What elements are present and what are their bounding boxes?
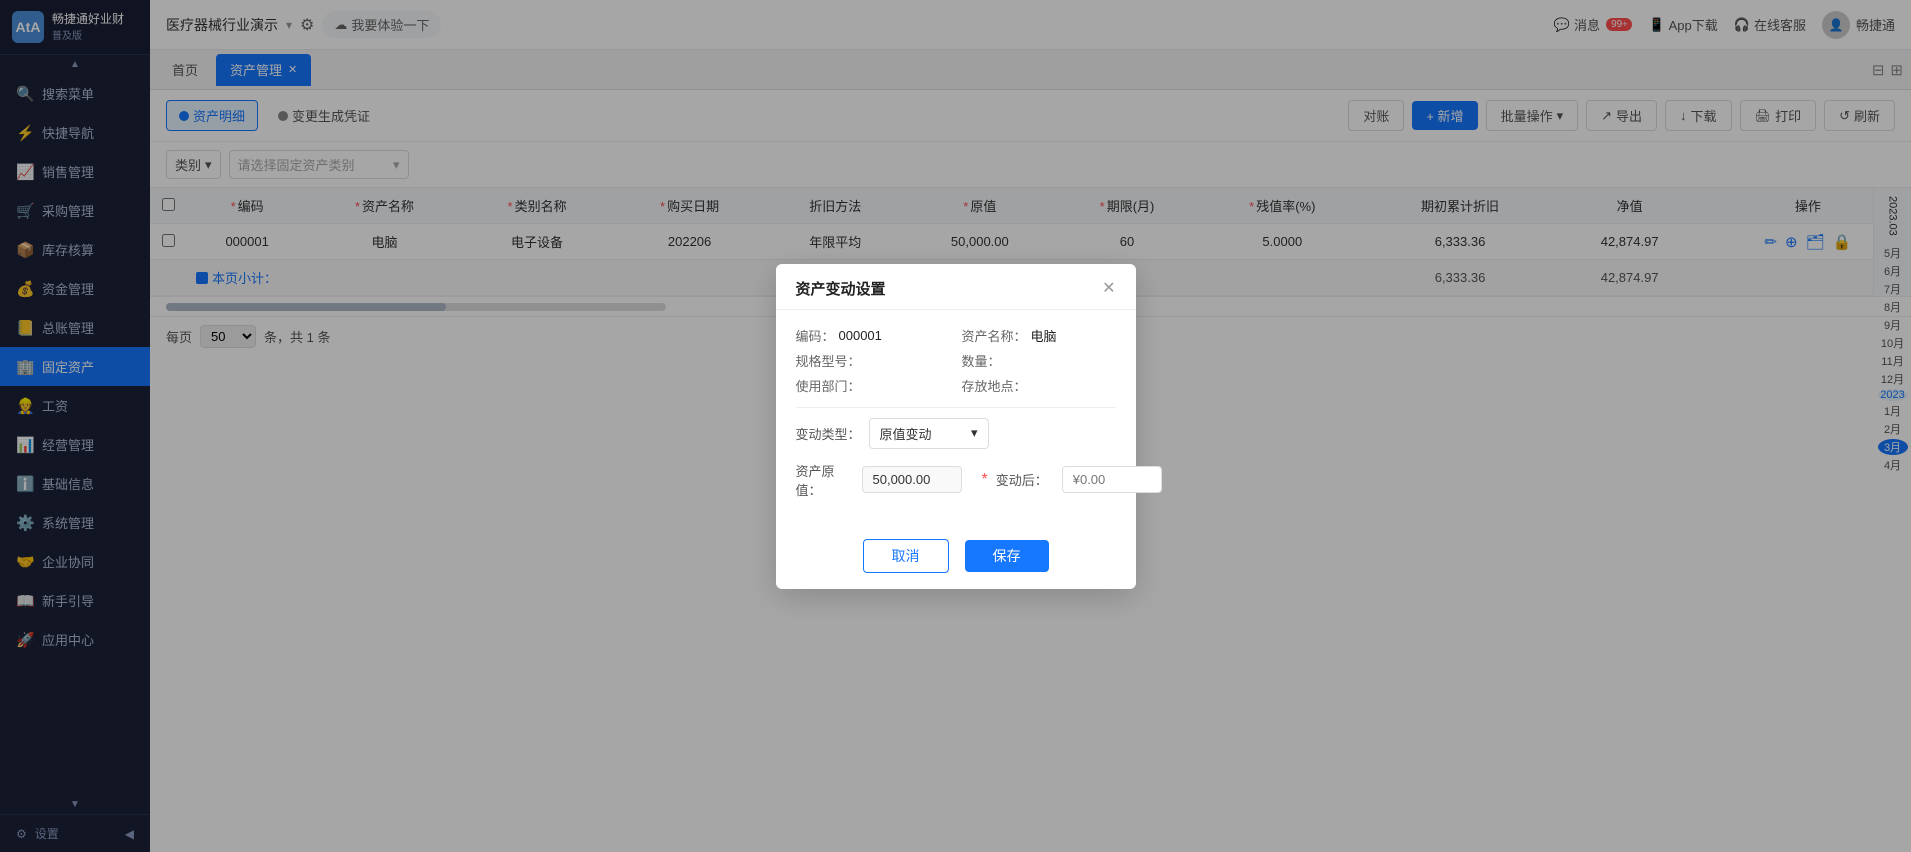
modal-divider: [796, 407, 1116, 408]
original-value-label: 资产原值：: [796, 461, 854, 499]
quantity-label: 数量：: [962, 351, 1001, 370]
modal-asset-name: 资产名称： 电脑: [962, 326, 1116, 345]
modal-header: 资产变动设置 ✕: [776, 264, 1136, 310]
change-type-label: 变动类型：: [796, 424, 861, 443]
after-change-input[interactable]: [1062, 466, 1162, 493]
change-type-chevron-icon: ▾: [971, 425, 978, 441]
modal-code: 编码： 000001: [796, 326, 950, 345]
code-value: 000001: [839, 328, 882, 343]
modal-overlay: 资产变动设置 ✕ 编码： 000001 资产名称： 电脑 规格型号： 数量：: [0, 0, 1911, 852]
modal-location: 存放地点：: [962, 376, 1116, 395]
asset-name-label: 资产名称：: [962, 326, 1027, 345]
spec-label: 规格型号：: [796, 351, 861, 370]
save-button[interactable]: 保存: [965, 540, 1049, 572]
change-type-select[interactable]: 原值变动 ▾: [869, 418, 989, 449]
asset-change-modal: 资产变动设置 ✕ 编码： 000001 资产名称： 电脑 规格型号： 数量：: [776, 264, 1136, 589]
cancel-button[interactable]: 取消: [863, 539, 949, 573]
modal-title: 资产变动设置: [796, 278, 886, 299]
change-type-field: 变动类型： 原值变动 ▾: [796, 418, 1116, 449]
code-label: 编码：: [796, 326, 835, 345]
original-value-field: 资产原值： 50,000.00 * 变动后：: [796, 461, 1116, 499]
change-type-value: 原值变动: [880, 424, 932, 443]
original-value-display: 50,000.00: [862, 466, 962, 493]
modal-department: 使用部门：: [796, 376, 950, 395]
modal-close-button[interactable]: ✕: [1102, 278, 1115, 298]
required-mark: *: [982, 471, 988, 489]
modal-body: 编码： 000001 资产名称： 电脑 规格型号： 数量： 使用部门：: [776, 310, 1136, 527]
department-label: 使用部门：: [796, 376, 861, 395]
asset-name-value: 电脑: [1031, 326, 1057, 345]
modal-info-grid: 编码： 000001 资产名称： 电脑 规格型号： 数量： 使用部门：: [796, 326, 1116, 395]
modal-quantity: 数量：: [962, 351, 1116, 370]
modal-spec: 规格型号：: [796, 351, 950, 370]
modal-footer: 取消 保存: [776, 527, 1136, 589]
location-label: 存放地点：: [962, 376, 1027, 395]
after-change-label: 变动后：: [996, 470, 1054, 489]
